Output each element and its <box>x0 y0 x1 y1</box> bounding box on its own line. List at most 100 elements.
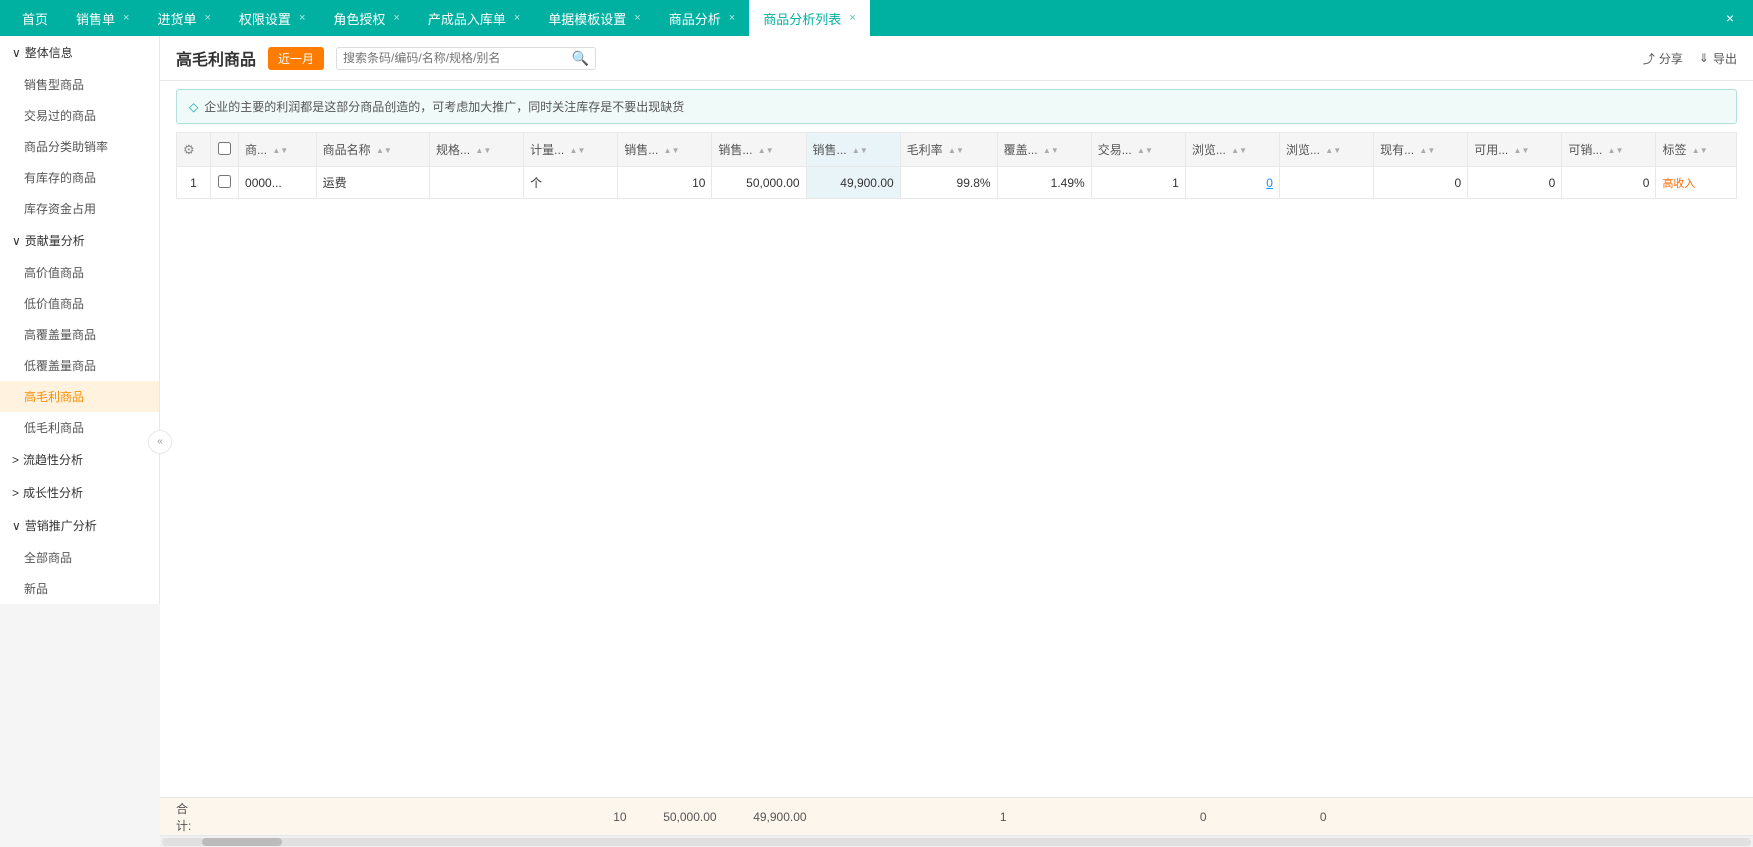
col-header-unit[interactable]: 计量... ▲▼ <box>524 133 618 167</box>
column-settings-icon[interactable]: ⚙ <box>183 142 195 157</box>
col-header-sku[interactable]: 商... ▲▼ <box>239 133 317 167</box>
footer-cells: 10 50,000.00 49,900.00 1 0 0 <box>219 810 1737 824</box>
sidebar-item-stock-capital[interactable]: 库存资金占用 <box>0 193 159 224</box>
header-actions: ⤴ 分享 ⇓ 导出 <box>1643 50 1737 67</box>
content-header: 高毛利商品 近一月 🔍 ⤴ 分享 ⇓ 导出 <box>160 36 1753 81</box>
cell-checkbox[interactable] <box>211 167 239 199</box>
cell-saleable-stock: 0 <box>1562 167 1656 199</box>
chevron-right-icon: > <box>12 453 19 467</box>
sidebar-item-high-margin[interactable]: 高毛利商品 <box>0 381 159 412</box>
sidebar-item-sales-goods[interactable]: 销售型商品 <box>0 69 159 100</box>
sidebar-item-low-value[interactable]: 低价值商品 <box>0 288 159 319</box>
nav-close-role[interactable]: × <box>393 12 399 24</box>
content-area: 高毛利商品 近一月 🔍 ⤴ 分享 ⇓ 导出 ◇ 企业的主要的利润都是这部分商品创… <box>160 36 1753 847</box>
nav-close-analysis[interactable]: × <box>729 12 735 24</box>
sidebar-section-trend[interactable]: > 流趋性分析 <box>0 443 159 476</box>
sort-icon-sales-amount: ▲▼ <box>758 147 774 155</box>
nav-close-template[interactable]: × <box>634 12 640 24</box>
cell-index: 1 <box>177 167 211 199</box>
cell-sales-amount: 50,000.00 <box>712 167 806 199</box>
col-header-sales-qty[interactable]: 销售... ▲▼ <box>618 133 712 167</box>
sort-icon-unit: ▲▼ <box>570 147 586 155</box>
export-btn[interactable]: ⇓ 导出 <box>1699 50 1737 67</box>
sort-icon-saleable-stock: ▲▼ <box>1608 147 1624 155</box>
info-icon: ◇ <box>189 100 198 114</box>
share-btn[interactable]: ⤴ 分享 <box>1643 50 1683 67</box>
data-table: ⚙ 商... ▲▼ 商品名称 ▲▼ <box>176 132 1737 199</box>
sidebar-item-in-stock[interactable]: 有库存的商品 <box>0 162 159 193</box>
sort-icon-view1: ▲▼ <box>1231 147 1247 155</box>
nav-item-sales[interactable]: 销售单 × <box>62 0 143 36</box>
col-header-view2[interactable]: 浏览... ▲▼ <box>1279 133 1373 167</box>
horizontal-scrollbar[interactable] <box>160 835 1753 847</box>
sidebar-item-category-rate[interactable]: 商品分类助销率 <box>0 131 159 162</box>
sort-icon-sales-profit: ▲▼ <box>852 147 868 155</box>
row-checkbox[interactable] <box>218 175 231 188</box>
col-header-margin[interactable]: 毛利率 ▲▼ <box>900 133 997 167</box>
sort-icon-spec: ▲▼ <box>475 147 491 155</box>
footer-sales-amount: 50,000.00 <box>627 810 717 824</box>
cell-margin-rate: 99.8% <box>900 167 997 199</box>
sort-icon-sku: ▲▼ <box>272 147 288 155</box>
col-header-coverage[interactable]: 覆盖... ▲▼ <box>997 133 1091 167</box>
col-header-current-stock[interactable]: 现有... ▲▼ <box>1374 133 1468 167</box>
sidebar-item-traded-goods[interactable]: 交易过的商品 <box>0 100 159 131</box>
sidebar-item-new-goods[interactable]: 新品 <box>0 573 159 604</box>
col-header-spec[interactable]: 规格... ▲▼ <box>430 133 524 167</box>
top-navigation: 首页 销售单 × 进货单 × 权限设置 × 角色授权 × 产成品入库单 × 单据… <box>0 0 1753 36</box>
cell-transaction: 1 <box>1091 167 1185 199</box>
sort-icon-sales-qty: ▲▼ <box>664 147 680 155</box>
cell-name: 运费 <box>316 167 429 199</box>
nav-item-template[interactable]: 单据模板设置 × <box>534 0 654 36</box>
footer-current-stock: 0 <box>1127 810 1207 824</box>
search-icon[interactable]: 🔍 <box>572 50 589 67</box>
nav-close-sales[interactable]: × <box>123 12 129 24</box>
sidebar-section-marketing[interactable]: ∨ 营销推广分析 <box>0 509 159 542</box>
sidebar-item-low-margin[interactable]: 低毛利商品 <box>0 412 159 443</box>
col-header-sales-profit[interactable]: 销售... ▲▼ <box>806 133 900 167</box>
nav-close-product-inbound[interactable]: × <box>514 12 520 24</box>
col-header-sales-amount[interactable]: 销售... ▲▼ <box>712 133 806 167</box>
col-header-view1[interactable]: 浏览... ▲▼ <box>1185 133 1279 167</box>
cell-current-stock: 0 <box>1374 167 1468 199</box>
sidebar-section-overall[interactable]: ∨ 整体信息 <box>0 36 159 69</box>
window-close-btn[interactable]: × <box>1723 11 1737 25</box>
sidebar-item-low-coverage[interactable]: 低覆盖量商品 <box>0 350 159 381</box>
nav-item-product-inbound[interactable]: 产成品入库单 × <box>414 0 534 36</box>
nav-item-analysis-list[interactable]: 商品分析列表 × <box>749 0 869 36</box>
sidebar-item-high-coverage[interactable]: 高覆盖量商品 <box>0 319 159 350</box>
col-header-transaction[interactable]: 交易... ▲▼ <box>1091 133 1185 167</box>
nav-close-permission[interactable]: × <box>299 12 305 24</box>
nav-item-analysis[interactable]: 商品分析 × <box>655 0 749 36</box>
page-title: 高毛利商品 <box>176 46 256 70</box>
cell-sales-profit: 49,900.00 <box>806 167 900 199</box>
search-input[interactable] <box>343 51 568 65</box>
col-header-available-stock[interactable]: 可用... ▲▼ <box>1468 133 1562 167</box>
col-header-gear[interactable]: ⚙ <box>177 133 211 167</box>
select-all-checkbox[interactable] <box>218 142 231 155</box>
col-header-tag[interactable]: 标签 ▲▼ <box>1656 133 1737 167</box>
sidebar-section-growth[interactable]: > 成长性分析 <box>0 476 159 509</box>
nav-item-permission[interactable]: 权限设置 × <box>225 0 319 36</box>
nav-close-analysis-list[interactable]: × <box>849 12 855 24</box>
footer-label: 合计: <box>176 800 203 834</box>
nav-item-purchase[interactable]: 进货单 × <box>143 0 224 36</box>
chevron-down-icon: ∨ <box>12 46 21 60</box>
scroll-thumb[interactable] <box>202 838 282 846</box>
sidebar-section-contribution[interactable]: ∨ 贡献量分析 <box>0 224 159 257</box>
sidebar-collapse-btn[interactable]: « <box>148 430 172 454</box>
cell-sku-code: 0000... <box>239 167 317 199</box>
col-header-name[interactable]: 商品名称 ▲▼ <box>316 133 429 167</box>
footer-transaction: 1 <box>927 810 1007 824</box>
sidebar-item-all-goods[interactable]: 全部商品 <box>0 542 159 573</box>
cell-view1[interactable]: 0 <box>1185 167 1279 199</box>
nav-item-home[interactable]: 首页 <box>8 0 62 36</box>
sidebar-item-high-value[interactable]: 高价值商品 <box>0 257 159 288</box>
nav-close-purchase[interactable]: × <box>204 12 210 24</box>
sidebar: ∨ 整体信息 销售型商品 交易过的商品 商品分类助销率 有库存的商品 库存资金占… <box>0 36 160 604</box>
footer-sales-qty: 10 <box>547 810 627 824</box>
chevron-down-icon-3: ∨ <box>12 519 21 533</box>
col-header-saleable-stock[interactable]: 可销... ▲▼ <box>1562 133 1656 167</box>
filter-recent-month-btn[interactable]: 近一月 <box>268 47 324 70</box>
nav-item-role[interactable]: 角色授权 × <box>319 0 413 36</box>
